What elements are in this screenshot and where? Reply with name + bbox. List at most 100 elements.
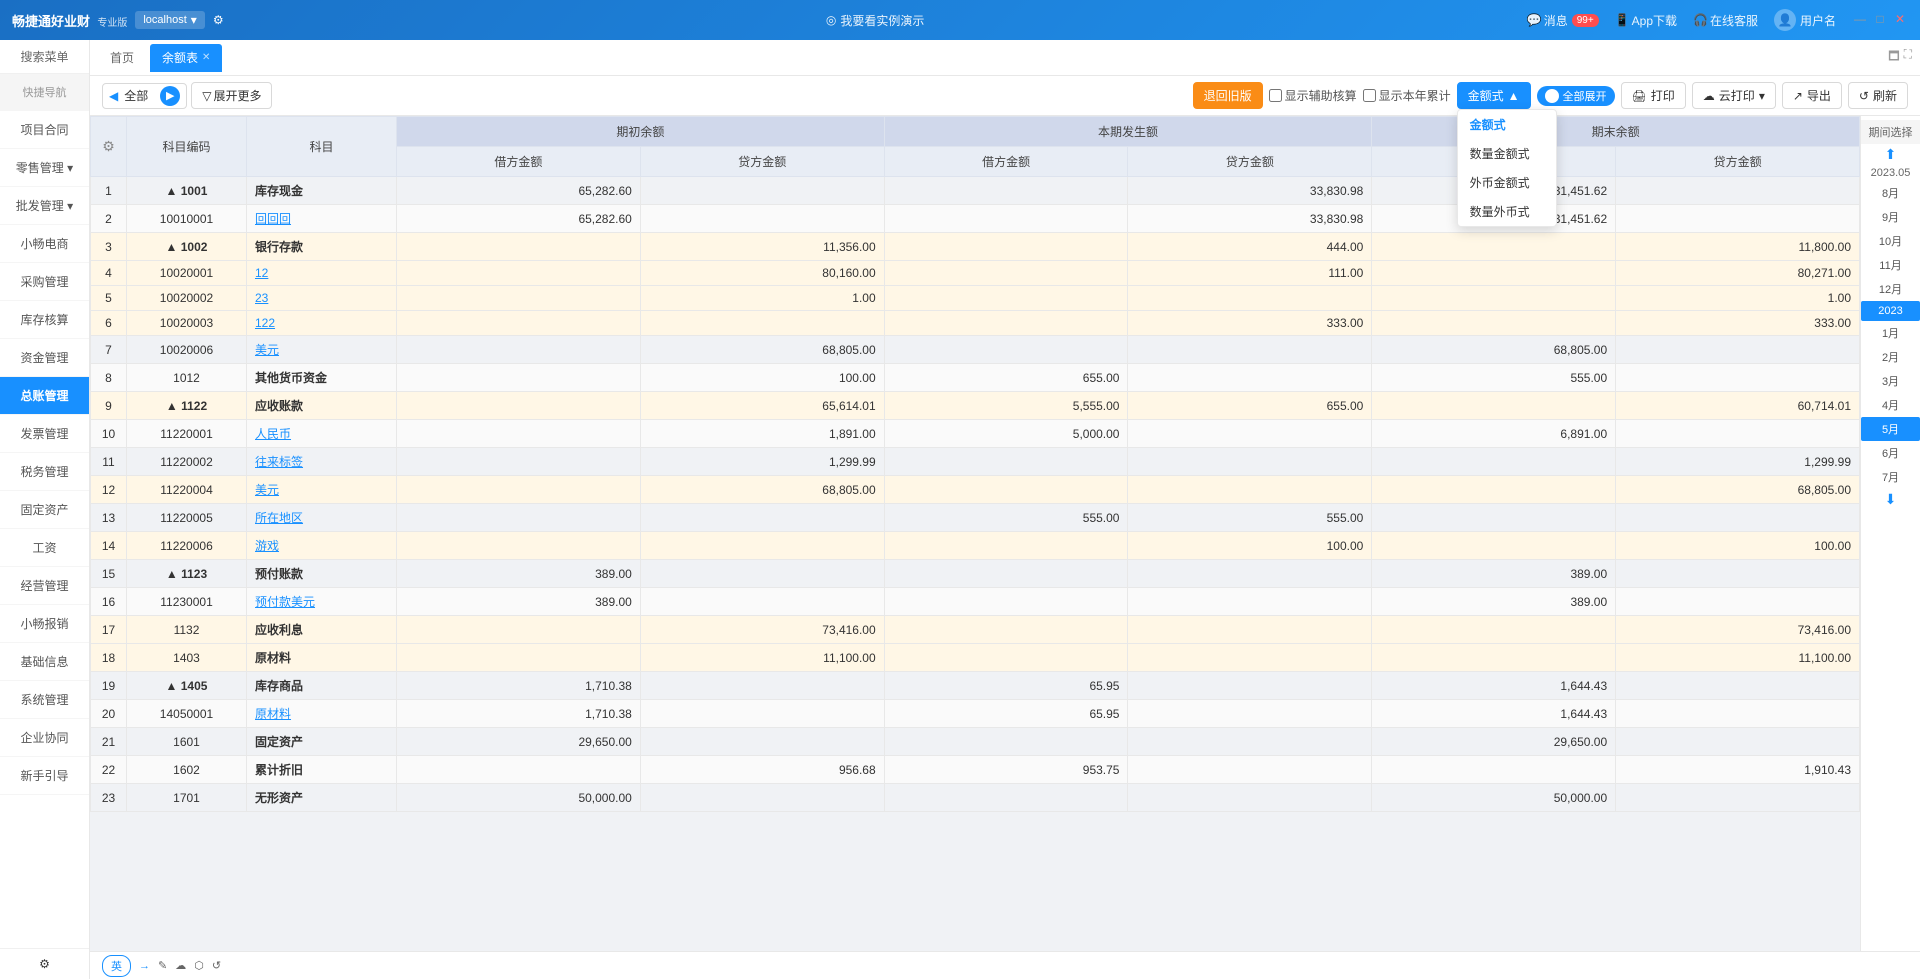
lang-btn[interactable]: 英 bbox=[102, 955, 131, 977]
demo-link[interactable]: ◎ 我要看实例演示 bbox=[826, 12, 925, 29]
subject-name[interactable]: 往来标签 bbox=[247, 448, 397, 476]
show-auxiliary-check[interactable]: 显示辅助核算 bbox=[1269, 87, 1357, 104]
sidebar-item-payroll[interactable]: 工资 bbox=[0, 529, 89, 567]
search-nav-btn[interactable]: ▶ bbox=[160, 86, 180, 106]
col-cb-credit: 贷方金额 bbox=[1616, 147, 1860, 177]
show-year-total-check[interactable]: 显示本年累计 bbox=[1363, 87, 1451, 104]
sidebar-item-guide[interactable]: 新手引导 bbox=[0, 757, 89, 795]
app-download-btn[interactable]: 📱 App下载 bbox=[1615, 12, 1677, 29]
sidebar-item-operations[interactable]: 经营管理 bbox=[0, 567, 89, 605]
period-month-7[interactable]: 7月 bbox=[1861, 465, 1920, 489]
tab-home[interactable]: 首页 bbox=[98, 44, 146, 72]
period-year-2023[interactable]: 2023 bbox=[1861, 301, 1920, 321]
subject-code: 11220006 bbox=[127, 532, 247, 560]
hex-icon[interactable]: ⬡ bbox=[194, 959, 204, 972]
subject-name[interactable]: 回回回 bbox=[247, 205, 397, 233]
tab-balance[interactable]: 余额表 ✕ bbox=[150, 44, 222, 72]
period-month-1[interactable]: 1月 bbox=[1861, 321, 1920, 345]
print-btn[interactable]: 🖨 打印 bbox=[1621, 82, 1686, 109]
refresh-status-btn[interactable]: ↺ bbox=[212, 959, 221, 972]
sidebar-item-basic[interactable]: 基础信息 bbox=[0, 643, 89, 681]
sidebar-item-system[interactable]: 系统管理 bbox=[0, 681, 89, 719]
sidebar-item-ecommerce[interactable]: 小畅电商 bbox=[0, 225, 89, 263]
row-num: 8 bbox=[91, 364, 127, 392]
period-month-2[interactable]: 2月 bbox=[1861, 345, 1920, 369]
cb-debit: 389.00 bbox=[1372, 588, 1616, 616]
period-month-3[interactable]: 3月 bbox=[1861, 369, 1920, 393]
period-scroll-up[interactable]: ⬆ bbox=[1883, 144, 1899, 165]
col-opening-balance: 期初余额 bbox=[397, 117, 885, 147]
refresh-btn[interactable]: ↺ 刷新 bbox=[1848, 82, 1908, 109]
minimize-btn[interactable]: — bbox=[1852, 12, 1868, 28]
return-old-btn[interactable]: 退回旧版 bbox=[1193, 82, 1263, 109]
amount-mode-dropdown[interactable]: 金额式 ▲ 金额式 数量金额式 外币金额式 数量外币式 bbox=[1457, 82, 1531, 109]
address-bar[interactable]: localhost ▾ bbox=[135, 11, 204, 29]
period-month-5[interactable]: 5月 bbox=[1861, 417, 1920, 441]
edit-icon[interactable]: ✎ bbox=[158, 959, 167, 972]
subject-code: 11220004 bbox=[127, 476, 247, 504]
period-month-6[interactable]: 6月 bbox=[1861, 441, 1920, 465]
maximize-btn[interactable]: □ bbox=[1872, 12, 1888, 28]
cp-debit bbox=[884, 311, 1128, 336]
period-month-11[interactable]: 11月 bbox=[1861, 253, 1920, 277]
sidebar-item-ledger[interactable]: 总账管理 bbox=[0, 377, 89, 415]
sidebar-item-invoice[interactable]: 发票管理 bbox=[0, 415, 89, 453]
period-month-8[interactable]: 8月 bbox=[1861, 181, 1920, 205]
subject-name[interactable]: 预付款美元 bbox=[247, 588, 397, 616]
sidebar-item-project[interactable]: 项目合同 bbox=[0, 111, 89, 149]
sidebar-item-expense[interactable]: 小畅报销 bbox=[0, 605, 89, 643]
settings-icon[interactable]: ⚙ bbox=[213, 13, 224, 27]
cb-debit bbox=[1372, 644, 1616, 672]
subject-name[interactable]: 122 bbox=[247, 311, 397, 336]
sidebar-item-retail[interactable]: 零售管理 ▾ bbox=[0, 149, 89, 187]
tab-restore-btn[interactable]: 🗖 bbox=[1888, 47, 1899, 68]
arrow-btn[interactable]: → bbox=[139, 960, 150, 972]
subject-name[interactable]: 23 bbox=[247, 286, 397, 311]
mode-amount[interactable]: 金额式 bbox=[1458, 110, 1556, 139]
subject-name[interactable]: 游戏 bbox=[247, 532, 397, 560]
col-settings[interactable]: ⚙ bbox=[91, 117, 127, 177]
sidebar-item-assets[interactable]: 固定资产 bbox=[0, 491, 89, 529]
close-btn[interactable]: ✕ bbox=[1892, 12, 1908, 28]
sidebar-item-wholesale[interactable]: 批发管理 ▾ bbox=[0, 187, 89, 225]
sidebar-bottom-settings[interactable]: ⚙ bbox=[0, 948, 89, 979]
table-row: 6 10020003 122 333.00 333.00 bbox=[91, 311, 1860, 336]
subject-name[interactable]: 人民币 bbox=[247, 420, 397, 448]
amount-mode-btn[interactable]: 金额式 ▲ bbox=[1457, 82, 1531, 109]
mode-qty-amount[interactable]: 数量金额式 bbox=[1458, 139, 1556, 168]
subject-name[interactable]: 12 bbox=[247, 261, 397, 286]
row-num: 13 bbox=[91, 504, 127, 532]
period-scroll-down[interactable]: ⬇ bbox=[1883, 489, 1899, 510]
search-menu[interactable]: 搜索菜单 bbox=[0, 40, 89, 74]
sidebar-item-tax[interactable]: 税务管理 bbox=[0, 453, 89, 491]
mode-qty-foreign[interactable]: 数量外币式 bbox=[1458, 197, 1556, 226]
cp-debit bbox=[884, 286, 1128, 311]
period-month-4[interactable]: 4月 bbox=[1861, 393, 1920, 417]
expand-all-toggle[interactable]: 全部展开 bbox=[1537, 86, 1615, 106]
tab-expand-btn[interactable]: ⛶ bbox=[1904, 47, 1912, 68]
period-month-9[interactable]: 9月 bbox=[1861, 205, 1920, 229]
cloud-status-icon[interactable]: ☁ bbox=[175, 959, 186, 972]
subject-name[interactable]: 所在地区 bbox=[247, 504, 397, 532]
period-month-12[interactable]: 12月 bbox=[1861, 277, 1920, 301]
user-avatar[interactable]: 👤 用户名 bbox=[1774, 9, 1836, 31]
cb-debit: 1,644.43 bbox=[1372, 700, 1616, 728]
online-service-btn[interactable]: 🎧 在线客服 bbox=[1693, 12, 1758, 29]
tab-close-btn[interactable]: ✕ bbox=[202, 52, 210, 63]
sidebar-item-inventory[interactable]: 库存核算 bbox=[0, 301, 89, 339]
table-settings-icon[interactable]: ⚙ bbox=[102, 138, 115, 154]
ob-credit bbox=[640, 532, 884, 560]
sidebar-item-purchase[interactable]: 采购管理 bbox=[0, 263, 89, 301]
nav-left-icon[interactable]: ◀ bbox=[109, 89, 118, 103]
subject-name[interactable]: 美元 bbox=[247, 336, 397, 364]
period-month-10[interactable]: 10月 bbox=[1861, 229, 1920, 253]
mode-foreign-amount[interactable]: 外币金额式 bbox=[1458, 168, 1556, 197]
subject-name[interactable]: 原材料 bbox=[247, 700, 397, 728]
message-btn[interactable]: 💬 消息 99+ bbox=[1527, 12, 1599, 29]
sidebar-item-fund[interactable]: 资金管理 bbox=[0, 339, 89, 377]
subject-name[interactable]: 美元 bbox=[247, 476, 397, 504]
cloud-print-btn[interactable]: ☁ 云打印 ▾ bbox=[1692, 82, 1776, 109]
expand-more-btn[interactable]: ▽ 展开更多 bbox=[191, 82, 272, 109]
export-btn[interactable]: ↗ 导出 bbox=[1782, 82, 1842, 109]
sidebar-item-collab[interactable]: 企业协同 bbox=[0, 719, 89, 757]
